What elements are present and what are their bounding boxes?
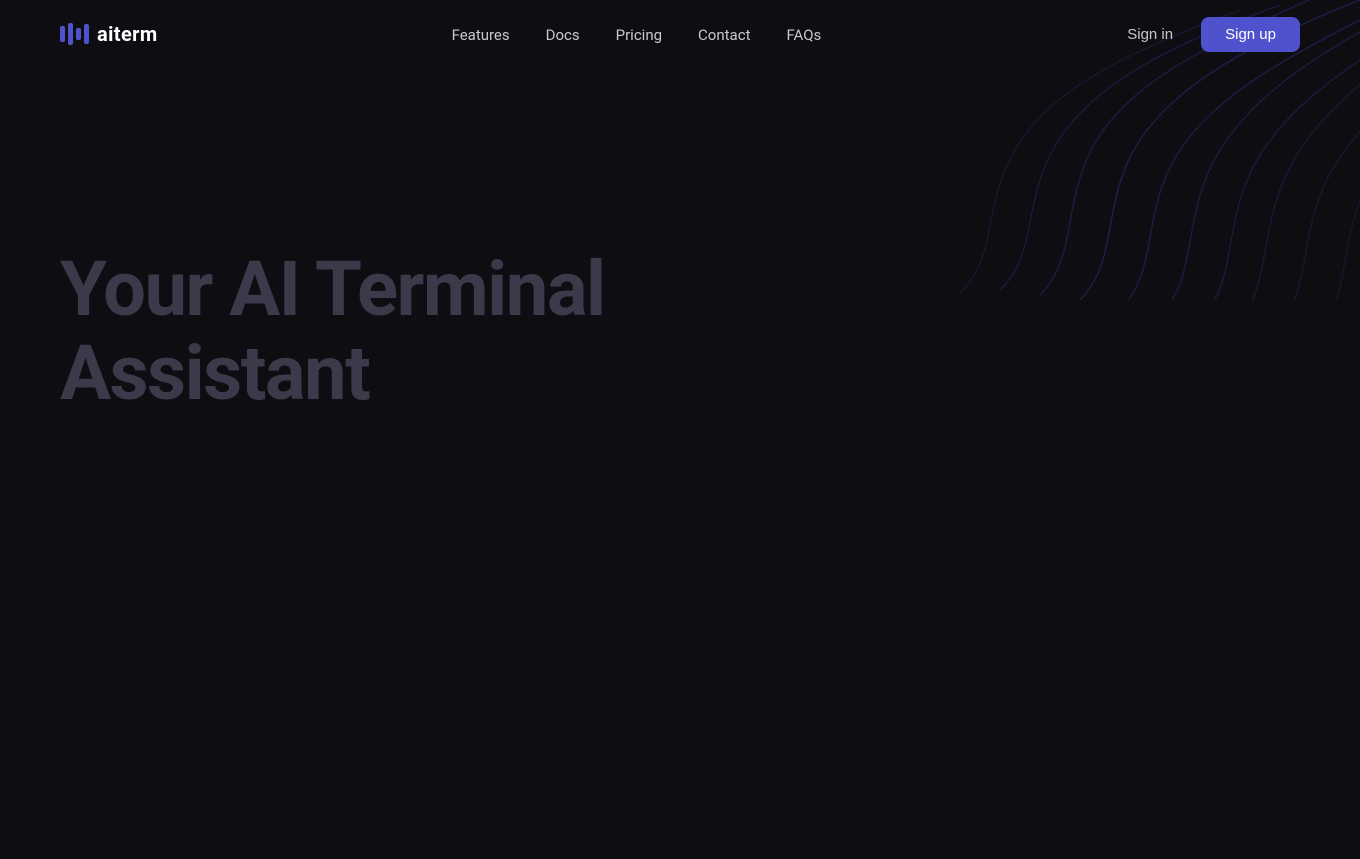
logo[interactable]: aiterm (60, 22, 158, 46)
nav-item-contact[interactable]: Contact (698, 25, 750, 44)
hero-title-line1: Your AI Terminal (60, 244, 605, 334)
logo-bar-2 (68, 23, 73, 45)
logo-text: aiterm (97, 22, 158, 46)
logo-bar-1 (60, 26, 65, 42)
nav-link-contact[interactable]: Contact (698, 26, 750, 44)
signin-button[interactable]: Sign in (1115, 18, 1185, 51)
logo-icon (60, 23, 89, 45)
nav-link-faqs[interactable]: FAQs (786, 26, 821, 44)
nav-actions: Sign in Sign up (1115, 17, 1300, 52)
nav-link-pricing[interactable]: Pricing (616, 26, 662, 44)
logo-bar-3 (76, 28, 81, 40)
navbar: aiterm Features Docs Pricing Contact FAQ… (0, 0, 1360, 68)
signup-button[interactable]: Sign up (1201, 17, 1300, 52)
logo-bar-4 (84, 24, 89, 44)
nav-link-docs[interactable]: Docs (546, 26, 580, 44)
nav-item-features[interactable]: Features (452, 25, 510, 44)
nav-links: Features Docs Pricing Contact FAQs (452, 25, 822, 44)
hero-section: Your AI Terminal Assistant (0, 68, 1360, 415)
hero-title: Your AI Terminal Assistant (60, 248, 660, 415)
hero-title-line2: Assistant (60, 328, 369, 418)
nav-link-features[interactable]: Features (452, 26, 510, 44)
nav-item-docs[interactable]: Docs (546, 25, 580, 44)
nav-item-pricing[interactable]: Pricing (616, 25, 662, 44)
nav-item-faqs[interactable]: FAQs (786, 25, 821, 44)
